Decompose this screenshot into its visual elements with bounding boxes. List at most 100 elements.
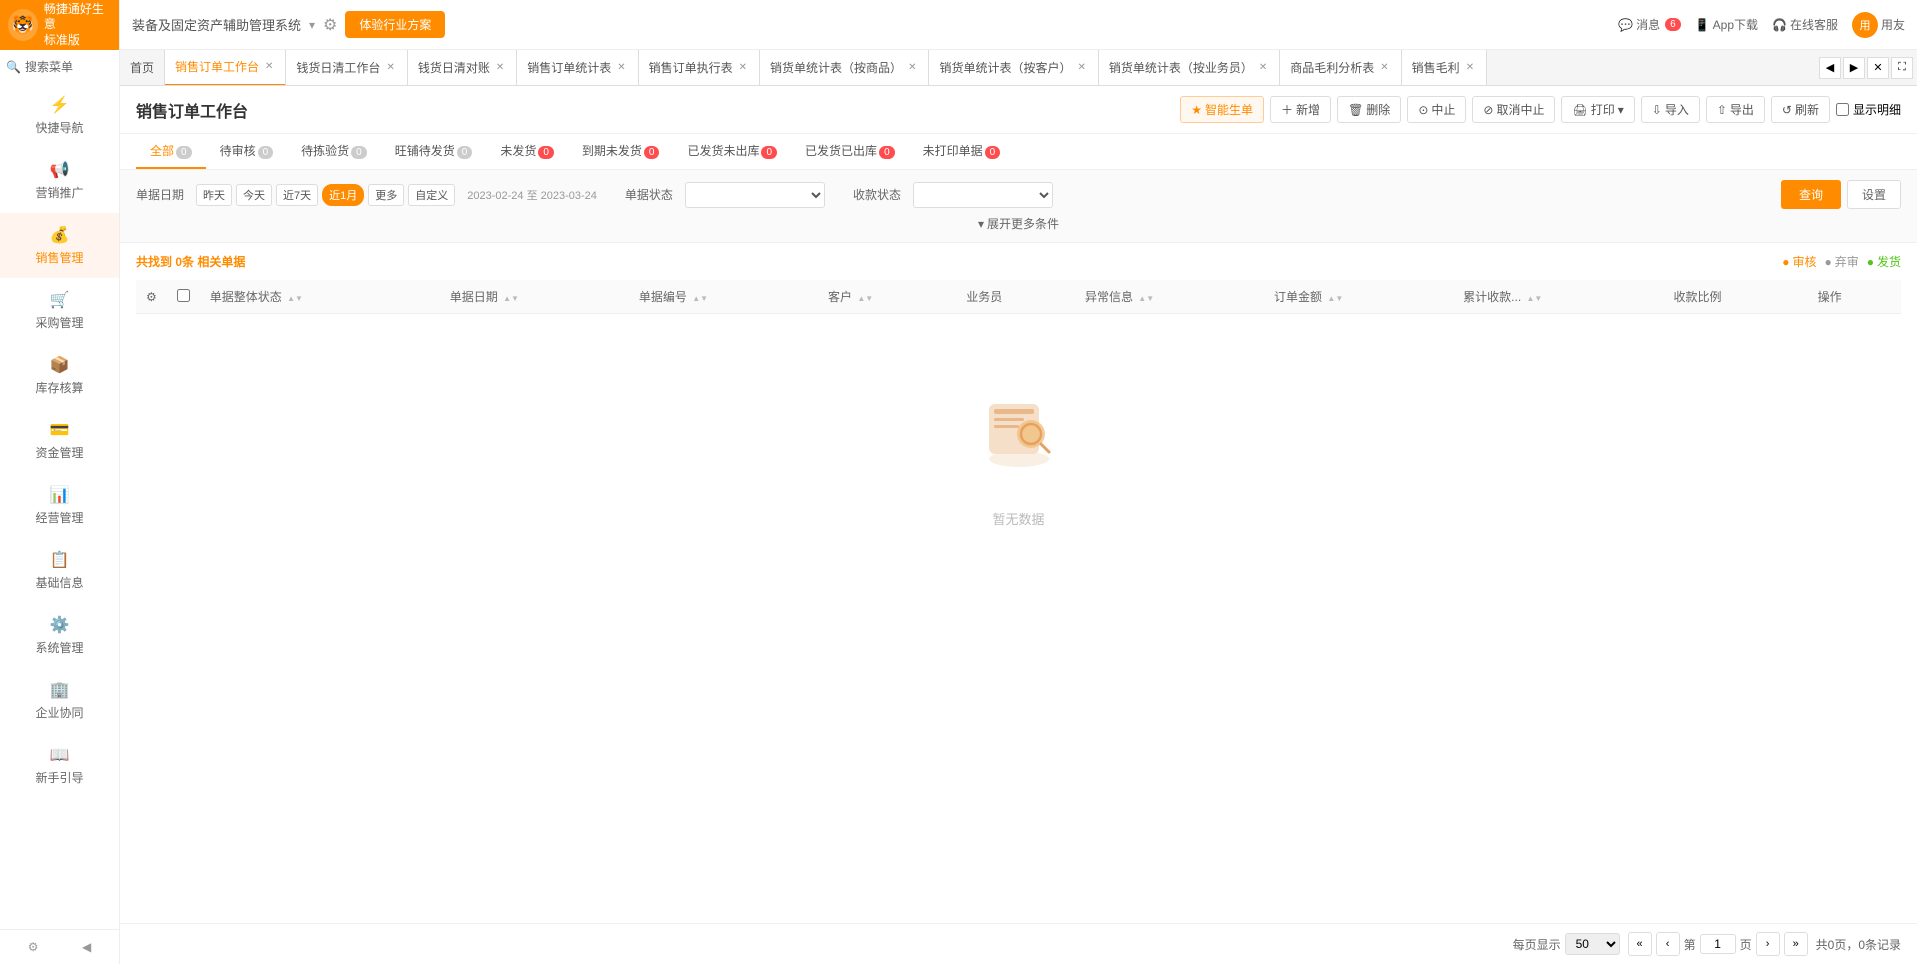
sort-amount-icon[interactable]: ▲▼: [1327, 294, 1343, 303]
sidebar-item-label: 快捷导航: [35, 119, 83, 136]
sub-tab-not-printed[interactable]: 未打印单据0: [909, 134, 1015, 169]
tab-sales-gross[interactable]: 销售毛利 ✕: [1402, 50, 1487, 86]
next-page-btn[interactable]: ›: [1756, 932, 1780, 956]
prev-page-btn[interactable]: ‹: [1656, 932, 1680, 956]
tab-close-cash-reconcile[interactable]: ✕: [494, 60, 506, 75]
sidebar-item-sales[interactable]: 💰 销售管理: [0, 213, 119, 278]
dropdown-arrow[interactable]: ▾: [309, 18, 315, 32]
cancel-stop-btn[interactable]: ⊘ 取消中止: [1472, 96, 1555, 123]
tab-close-sales-stat-customer[interactable]: ✕: [1075, 60, 1087, 75]
sidebar-item-quick-nav[interactable]: ⚡ 快捷导航: [0, 83, 119, 148]
app-download-btn[interactable]: 📱 App下载: [1695, 16, 1758, 33]
filter-date-more[interactable]: 更多: [368, 184, 404, 206]
tab-cash-daily[interactable]: 钱货日清工作台 ✕: [286, 50, 407, 86]
sort-abnormal-icon[interactable]: ▲▼: [1138, 294, 1154, 303]
tab-sales-stat-staff[interactable]: 销货单统计表（按业务员） ✕: [1099, 50, 1280, 86]
sort-customer-icon[interactable]: ▲▼: [857, 294, 873, 303]
settings-btn[interactable]: ⚙: [323, 15, 337, 35]
page-input[interactable]: [1700, 934, 1736, 954]
show-detail-checkbox[interactable]: [1836, 103, 1849, 116]
sidebar-item-inventory[interactable]: 📦 库存核算: [0, 343, 119, 408]
table-send-btn[interactable]: ● 发货: [1867, 253, 1901, 270]
tab-close-sales-stat[interactable]: ✕: [615, 60, 627, 75]
show-detail-label[interactable]: 显示明细: [1836, 101, 1901, 118]
sidebar-item-purchase[interactable]: 🛒 采购管理: [0, 278, 119, 343]
import-btn[interactable]: ⇩ 导入: [1641, 96, 1700, 123]
tab-close-product-margin[interactable]: ✕: [1378, 60, 1390, 75]
sub-tab-shipped-not-out[interactable]: 已发货未出库0: [673, 134, 791, 169]
last-page-btn[interactable]: »: [1784, 932, 1808, 956]
sub-tab-all[interactable]: 全部0: [136, 134, 206, 169]
sub-tab-overdue[interactable]: 到期未发货0: [568, 134, 674, 169]
filter-date-7days[interactable]: 近7天: [276, 184, 318, 206]
filter-status-select[interactable]: [685, 182, 825, 208]
table-revoke-btn[interactable]: ● 弃审: [1824, 253, 1858, 270]
online-service-btn[interactable]: 🎧 在线客服: [1772, 16, 1838, 33]
sidebar-item-operations[interactable]: 📊 经营管理: [0, 473, 119, 538]
tab-close-all-btn[interactable]: ✕: [1867, 57, 1889, 79]
delete-btn[interactable]: 🗑 删除: [1337, 96, 1401, 123]
th-checkbox[interactable]: [167, 280, 200, 314]
filter-date-yesterday[interactable]: 昨天: [196, 184, 232, 206]
messages-btn[interactable]: 💬 消息 6: [1618, 16, 1681, 33]
sidebar-item-basic-info[interactable]: 📋 基础信息: [0, 538, 119, 603]
sidebar-item-enterprise[interactable]: 🏢 企业协同: [0, 668, 119, 733]
tab-close-sales-stat-product[interactable]: ✕: [906, 60, 918, 75]
card-icon: 💳: [50, 420, 70, 440]
tabs-prev-btn[interactable]: ◀: [1819, 57, 1841, 79]
print-btn[interactable]: 🖨 打印 ▾: [1561, 96, 1634, 123]
first-page-btn[interactable]: «: [1628, 932, 1652, 956]
sub-tab-pending-review[interactable]: 待审核0: [206, 134, 288, 169]
sort-received-icon[interactable]: ▲▼: [1527, 294, 1543, 303]
filter-date-custom[interactable]: 自定义: [408, 184, 455, 206]
tab-close-sales-stat-staff[interactable]: ✕: [1257, 60, 1269, 75]
tab-sales-workbench[interactable]: 销售订单工作台 ✕: [165, 50, 286, 86]
tab-product-margin[interactable]: 商品毛利分析表 ✕: [1280, 50, 1401, 86]
sidebar: 🐯 畅捷通好生意 标准版 🔍 搜索菜单 ⚡ 快捷导航 📢 营销推广 💰 销售管理…: [0, 0, 120, 964]
add-btn[interactable]: ＋ 新增: [1270, 96, 1331, 123]
tab-close-sales-workbench[interactable]: ✕: [263, 59, 275, 74]
sidebar-item-search[interactable]: 🔍 搜索菜单: [0, 50, 119, 83]
sidebar-item-marketing[interactable]: 📢 营销推广: [0, 148, 119, 213]
select-all-checkbox[interactable]: [177, 289, 190, 302]
tab-sales-stat-product[interactable]: 销货单统计表（按商品） ✕: [760, 50, 929, 86]
tab-sales-exec[interactable]: 销售订单执行表 ✕: [639, 50, 760, 86]
tab-close-sales-exec[interactable]: ✕: [737, 60, 749, 75]
tab-home[interactable]: 首页: [120, 50, 165, 86]
sidebar-item-system[interactable]: ⚙️ 系统管理: [0, 603, 119, 668]
filter-payment-select[interactable]: [913, 182, 1053, 208]
filter-date-today[interactable]: 今天: [236, 184, 272, 206]
sub-tab-pending-inspect[interactable]: 待拣验货0: [287, 134, 381, 169]
filter-date-1month[interactable]: 近1月: [322, 184, 364, 206]
expand-filter-btn[interactable]: ▾ 展开更多条件: [978, 215, 1059, 232]
sidebar-item-finance[interactable]: 💳 资金管理: [0, 408, 119, 473]
tab-sales-stat-customer[interactable]: 销货单统计表（按客户） ✕: [929, 50, 1098, 86]
collapse-icon[interactable]: ◀: [82, 940, 91, 954]
experience-btn[interactable]: 体验行业方案: [345, 11, 445, 38]
th-gear[interactable]: ⚙: [136, 280, 167, 314]
query-btn[interactable]: 查询: [1781, 180, 1841, 209]
tab-close-cash-daily[interactable]: ✕: [384, 60, 396, 75]
sub-tab-not-shipped[interactable]: 未发货0: [486, 134, 568, 169]
sub-tab-shipped-out[interactable]: 已发货已出库0: [791, 134, 909, 169]
export-btn[interactable]: ⇧ 导出: [1706, 96, 1765, 123]
set-btn[interactable]: 设置: [1847, 180, 1901, 209]
sidebar-item-guide[interactable]: 📖 新手引导: [0, 733, 119, 798]
settings-icon[interactable]: ⚙: [28, 940, 39, 954]
refresh-btn[interactable]: ↺ 刷新: [1771, 96, 1830, 123]
smart-create-btn[interactable]: ★ 智能生单: [1180, 96, 1264, 123]
table-audit-btn[interactable]: ● 审核: [1782, 253, 1816, 270]
stop-btn[interactable]: ⊙ 中止: [1407, 96, 1466, 123]
sort-status-icon[interactable]: ▲▼: [287, 294, 303, 303]
tab-cash-reconcile[interactable]: 钱货日清对账 ✕: [408, 50, 517, 86]
clipboard-icon: 📋: [50, 550, 70, 570]
tab-sales-stat[interactable]: 销售订单统计表 ✕: [517, 50, 638, 86]
tab-close-sales-gross[interactable]: ✕: [1464, 60, 1476, 75]
tabs-menu-btn[interactable]: ⛶: [1891, 57, 1913, 79]
sort-date-icon[interactable]: ▲▼: [503, 294, 519, 303]
page-size-select[interactable]: 10 20 50 100: [1565, 933, 1620, 955]
tabs-next-btn[interactable]: ▶: [1843, 57, 1865, 79]
user-menu[interactable]: 用 用友: [1852, 12, 1905, 38]
sort-number-icon[interactable]: ▲▼: [692, 294, 708, 303]
sub-tab-wangpu[interactable]: 旺铺待发货0: [381, 134, 487, 169]
